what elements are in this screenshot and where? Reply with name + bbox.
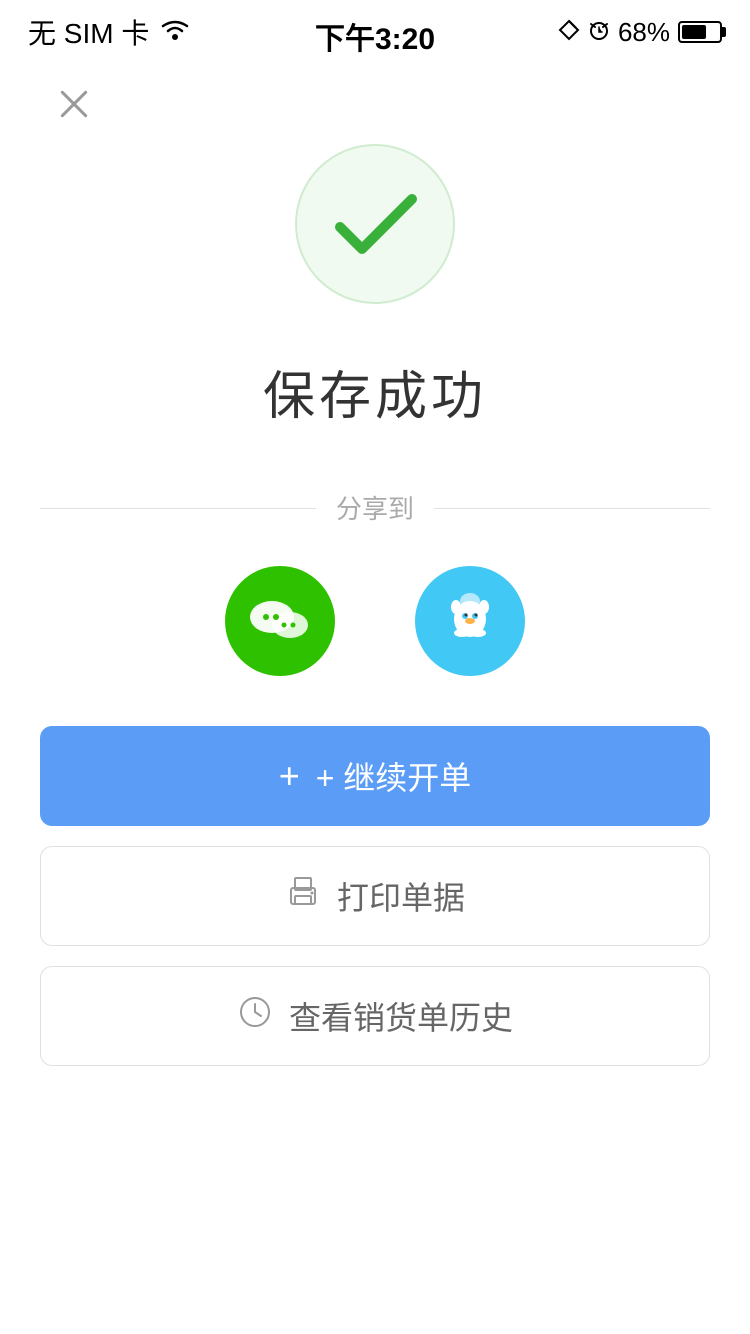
success-icon-circle [295,144,455,304]
print-button[interactable]: 打印单据 [40,846,710,946]
print-icon [285,874,321,918]
wechat-share-button[interactable] [225,566,335,676]
continue-button[interactable]: + + 继续开单 [40,726,710,826]
share-label: 分享到 [316,489,434,526]
location-icon [558,17,580,48]
status-time: 下午3:20 [315,14,435,58]
history-icon [237,994,273,1038]
main-content: 保存成功 分享到 [0,64,750,1334]
status-left: 无 SIM 卡 [28,12,191,52]
carrier-text: 无 SIM 卡 [28,12,149,52]
continue-label: + 继续开单 [316,753,472,799]
qq-icon [436,587,504,655]
history-button[interactable]: 查看销货单历史 [40,966,710,1066]
battery-text: 68% [618,17,670,48]
success-title: 保存成功 [263,354,487,429]
qq-share-button[interactable] [415,566,525,676]
battery-icon [678,21,722,43]
share-icons [225,566,525,676]
action-buttons: + + 继续开单 打印单据 查看销货单历史 [40,726,710,1066]
close-icon [56,86,92,122]
print-label: 打印单据 [337,873,465,919]
wechat-icon [246,587,314,655]
status-right: 68% [558,17,722,48]
status-bar: 无 SIM 卡 下午3:20 68% [0,0,750,64]
alarm-icon [588,17,610,48]
checkmark-icon [330,189,420,259]
history-label: 查看销货单历史 [289,993,513,1039]
wifi-icon [159,16,191,48]
share-section: 分享到 [40,489,710,526]
close-button[interactable] [44,74,104,134]
plus-icon: + [279,755,300,797]
